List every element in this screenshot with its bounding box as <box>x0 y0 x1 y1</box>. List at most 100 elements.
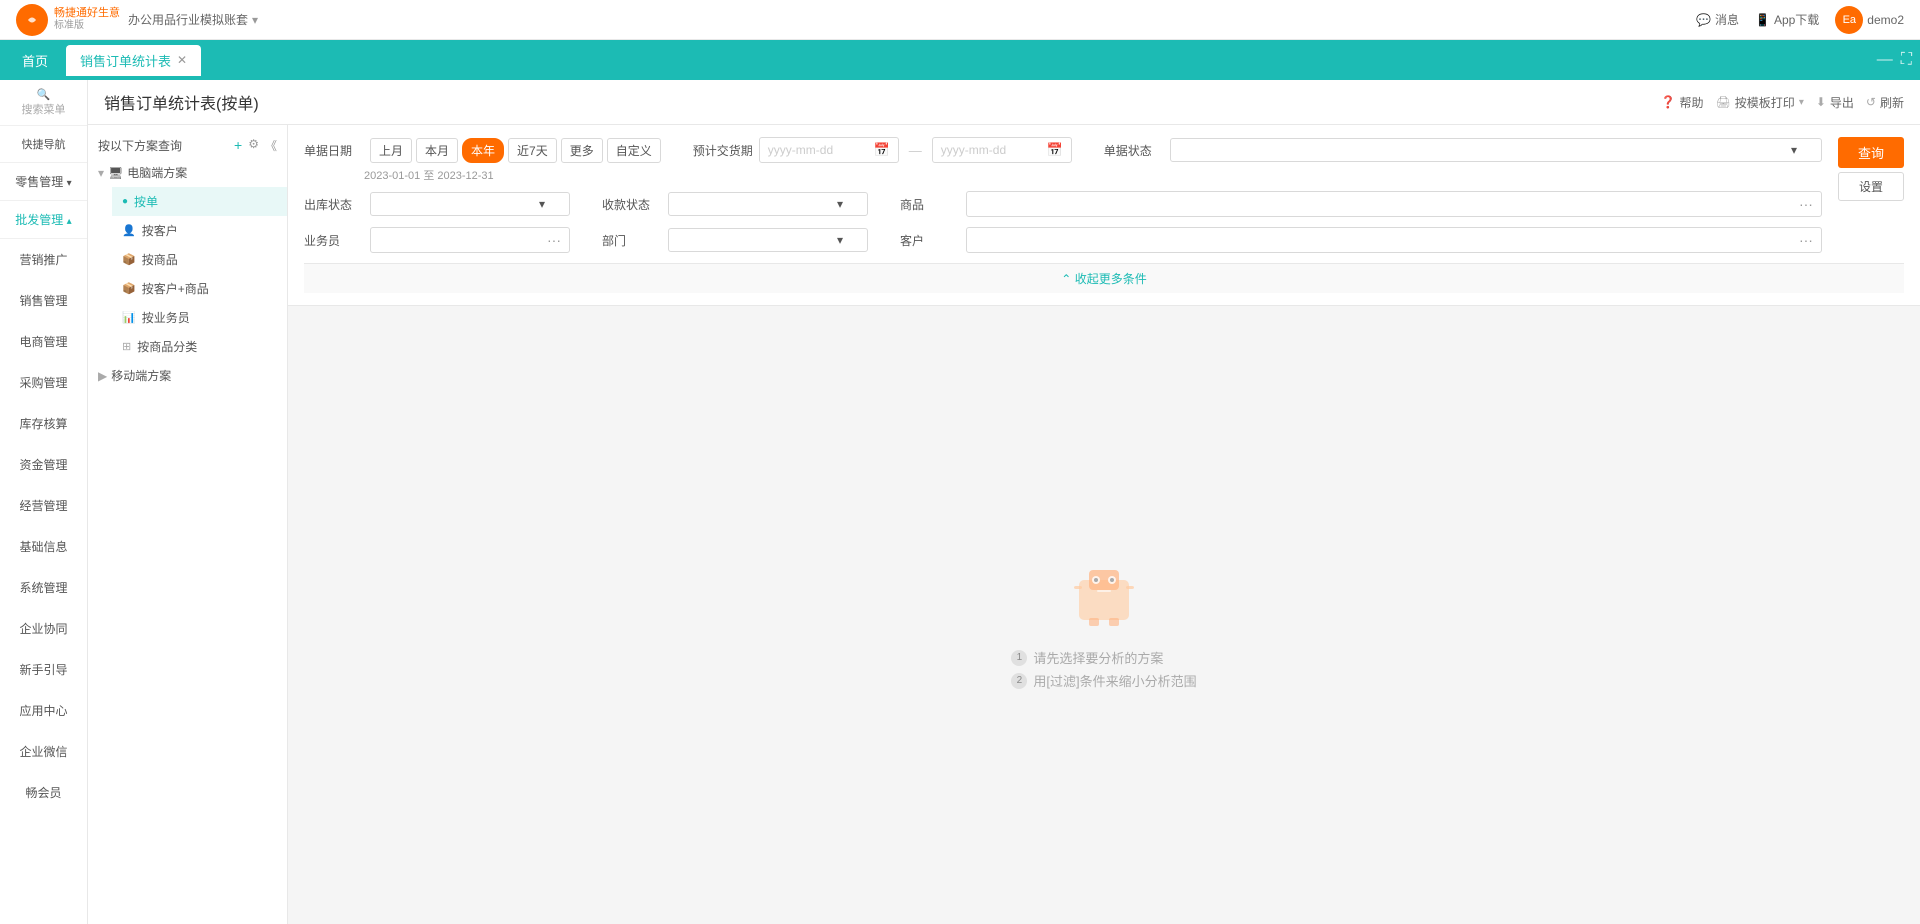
receipt-dropdown-arrow: ▾ <box>837 197 843 211</box>
receipt-select[interactable]: ▾ <box>668 192 868 216</box>
inner-layout: 按以下方案查询 + ⚙ 《 ▾ 🖥 电脑端方案 <box>88 125 1920 924</box>
date-btn-last-month[interactable]: 上月 <box>370 138 412 163</box>
tree-group-mobile: ▶ 移动端方案 <box>88 361 287 390</box>
monitor-icon: 🖥 <box>108 166 123 180</box>
product-label: 商品 <box>900 196 960 213</box>
salesperson-filter: 业务员 ··· <box>304 227 570 253</box>
content-area: 销售订单统计表(按单) ❓ 帮助 🖨 按模板打印 ▾ ⬇ 导出 ↺ 刷新 <box>88 80 1920 924</box>
breadcrumb-text: 办公用品行业模拟账套 <box>128 11 248 28</box>
date-btn-more[interactable]: 更多 <box>561 138 603 163</box>
refresh-btn[interactable]: ↺ 刷新 <box>1866 94 1904 111</box>
sidebar-search[interactable]: 🔍 搜索菜单 <box>0 80 87 126</box>
sidebar-item-enterprise[interactable]: 企业协同 <box>0 608 87 649</box>
query-btn[interactable]: 查询 <box>1838 137 1904 168</box>
salesperson-label: 业务员 <box>304 232 364 249</box>
date-btn-custom[interactable]: 自定义 <box>607 138 661 163</box>
salesperson-more-icon[interactable]: ··· <box>547 232 561 248</box>
sidebar-item-wholesale[interactable]: 批发管理 ▴ <box>0 201 87 239</box>
filter-action-btns: 查询 设置 <box>1838 137 1904 201</box>
header-right: 💬 消息 📱 App下载 Ea demo2 <box>1696 6 1904 34</box>
sidebar-item-newbie[interactable]: 新手引导 <box>0 649 87 690</box>
dept-dropdown-arrow: ▾ <box>837 233 843 247</box>
salesperson-input[interactable]: ··· <box>370 227 570 253</box>
product-input[interactable]: ··· <box>966 191 1822 217</box>
status-label: 单据状态 <box>1104 142 1164 159</box>
scheme-by-customer-product[interactable]: 📦 按客户+商品 <box>112 274 287 303</box>
date-btn-this-month[interactable]: 本月 <box>416 138 458 163</box>
scheme-by-product[interactable]: 📦 按商品 <box>112 245 287 274</box>
dept-filter: 部门 ▾ <box>602 228 868 252</box>
print-btn[interactable]: 🖨 按模板打印 ▾ <box>1716 94 1804 111</box>
sidebar-item-retail[interactable]: 零售管理 ▾ <box>0 163 87 201</box>
tab-home[interactable]: 首页 <box>8 45 62 76</box>
receipt-filter: 收款状态 ▾ <box>602 192 868 216</box>
empty-state: 1 请先选择要分析的方案 2 用[过滤]条件来缩小分析范围 <box>288 306 1920 924</box>
status-select[interactable]: ▾ <box>1170 138 1822 162</box>
help-icon: ❓ <box>1661 95 1676 109</box>
by-product-icon: 📦 <box>122 253 136 266</box>
add-scheme-btn[interactable]: + <box>234 137 242 154</box>
customer-input[interactable]: ··· <box>966 227 1822 253</box>
header-left: 畅捷通好生意 标准版 办公用品行业模拟账套 ▾ <box>16 4 258 36</box>
minimize-icon[interactable]: — <box>1877 51 1893 69</box>
sidebar-item-system[interactable]: 系统管理 <box>0 567 87 608</box>
sidebar-item-operations[interactable]: 经营管理 <box>0 485 87 526</box>
scheme-by-salesperson[interactable]: 📊 按业务员 <box>112 303 287 332</box>
sidebar-item-marketing[interactable]: 营销推广 <box>0 239 87 280</box>
date-btn-last-7days[interactable]: 近7天 <box>508 138 557 163</box>
customer-more-icon[interactable]: ··· <box>1799 232 1813 248</box>
expected-date-from-placeholder: yyyy-mm-dd <box>768 143 833 157</box>
sidebar-quick-nav[interactable]: 快捷导航 <box>0 126 87 163</box>
settings-scheme-btn[interactable]: ⚙ <box>248 137 259 154</box>
tree-group-pc-title[interactable]: ▾ 🖥 电脑端方案 <box>88 158 287 187</box>
calendar-icon-to[interactable]: 📅 <box>1047 142 1063 158</box>
page-title: 销售订单统计表(按单) <box>104 90 259 114</box>
logo-area: 畅捷通好生意 标准版 <box>16 4 120 36</box>
empty-step-1: 1 请先选择要分析的方案 <box>1011 648 1196 667</box>
window-controls: — ⛶ <box>1877 51 1912 69</box>
date-range-separator: — <box>909 143 922 158</box>
avatar: Ea <box>1835 6 1863 34</box>
collapse-more-btn[interactable]: ⌃ 收起更多条件 <box>304 263 1904 293</box>
delivery-select[interactable]: ▾ <box>370 192 570 216</box>
sidebar-item-ecommerce[interactable]: 电商管理 <box>0 321 87 362</box>
breadcrumb-dropdown-icon[interactable]: ▾ <box>252 13 258 27</box>
product-more-icon[interactable]: ··· <box>1799 196 1813 212</box>
right-panel: 单据日期 上月 本月 本年 近7天 更多 自定义 <box>288 125 1920 924</box>
tab-sales-order-stats[interactable]: 销售订单统计表 ✕ <box>66 45 201 76</box>
tab-close-icon[interactable]: ✕ <box>177 53 187 67</box>
sidebar-item-purchase[interactable]: 采购管理 <box>0 362 87 403</box>
sidebar-item-sales[interactable]: 销售管理 <box>0 280 87 321</box>
breadcrumb[interactable]: 办公用品行业模拟账套 ▾ <box>128 11 258 28</box>
dept-select[interactable]: ▾ <box>668 228 868 252</box>
sidebar-item-wechat[interactable]: 企业微信 <box>0 731 87 772</box>
by-salesperson-icon: 📊 <box>122 311 136 324</box>
message-icon: 💬 <box>1696 13 1711 27</box>
sidebar-item-basic[interactable]: 基础信息 <box>0 526 87 567</box>
page-actions: ❓ 帮助 🖨 按模板打印 ▾ ⬇ 导出 ↺ 刷新 <box>1661 94 1904 111</box>
tree-group-mobile-title[interactable]: ▶ 移动端方案 <box>88 361 287 390</box>
scheme-by-order[interactable]: ● 按单 <box>112 187 287 216</box>
scheme-by-customer[interactable]: 👤 按客户 <box>112 216 287 245</box>
date-btn-group: 上月 本月 本年 近7天 更多 自定义 <box>370 138 661 163</box>
collapse-panel-btn[interactable]: 《 <box>265 137 277 154</box>
calendar-icon-from[interactable]: 📅 <box>874 142 890 158</box>
date-btn-this-year[interactable]: 本年 <box>462 138 504 163</box>
expected-date-to[interactable]: yyyy-mm-dd 📅 <box>932 137 1072 163</box>
scheme-by-category[interactable]: ⊞ 按商品分类 <box>112 332 287 361</box>
app-download-btn[interactable]: 📱 App下载 <box>1755 11 1819 28</box>
sidebar-item-inventory[interactable]: 库存核算 <box>0 403 87 444</box>
sidebar-item-finance[interactable]: 资金管理 <box>0 444 87 485</box>
sidebar-item-member[interactable]: 畅会员 <box>0 772 87 813</box>
step-2-num: 2 <box>1011 673 1027 689</box>
export-btn[interactable]: ⬇ 导出 <box>1816 94 1854 111</box>
user-menu[interactable]: Ea demo2 <box>1835 6 1904 34</box>
sidebar-item-app-center[interactable]: 应用中心 <box>0 690 87 731</box>
print-dropdown-icon[interactable]: ▾ <box>1799 97 1804 108</box>
left-panel: 按以下方案查询 + ⚙ 《 ▾ 🖥 电脑端方案 <box>88 125 288 924</box>
expected-date-from[interactable]: yyyy-mm-dd 📅 <box>759 137 899 163</box>
settings-btn[interactable]: 设置 <box>1838 172 1904 201</box>
message-btn[interactable]: 💬 消息 <box>1696 11 1739 28</box>
maximize-icon[interactable]: ⛶ <box>1901 51 1912 69</box>
help-btn[interactable]: ❓ 帮助 <box>1661 94 1704 111</box>
